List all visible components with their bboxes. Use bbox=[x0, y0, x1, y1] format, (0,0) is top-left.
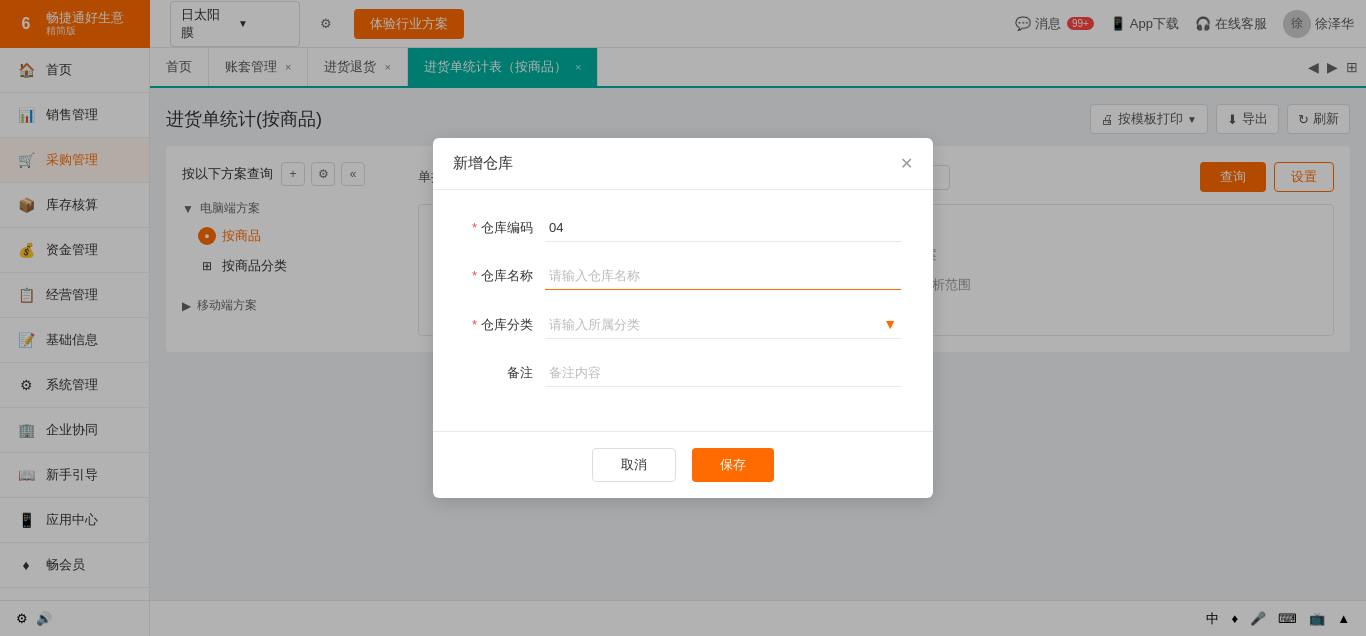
name-label: 仓库名称 bbox=[465, 267, 545, 285]
name-input[interactable] bbox=[545, 262, 901, 290]
remark-input[interactable] bbox=[545, 359, 901, 387]
form-row-code: 仓库编码 bbox=[465, 214, 901, 242]
category-label: 仓库分类 bbox=[465, 316, 545, 334]
code-label: 仓库编码 bbox=[465, 219, 545, 237]
dialog-header: 新增仓库 ✕ bbox=[433, 138, 933, 190]
remark-label: 备注 bbox=[465, 364, 545, 382]
save-button[interactable]: 保存 bbox=[692, 448, 774, 482]
dialog-close-btn[interactable]: ✕ bbox=[900, 154, 913, 173]
category-input[interactable] bbox=[549, 317, 883, 332]
dialog-body: 仓库编码 仓库名称 仓库分类 ▼ 备注 bbox=[433, 190, 933, 431]
dialog-title: 新增仓库 bbox=[453, 154, 513, 173]
form-row-category: 仓库分类 ▼ bbox=[465, 310, 901, 339]
category-select[interactable]: ▼ bbox=[545, 310, 901, 339]
form-row-name: 仓库名称 bbox=[465, 262, 901, 290]
dialog-footer: 取消 保存 bbox=[433, 431, 933, 498]
form-row-remark: 备注 bbox=[465, 359, 901, 387]
modal-overlay[interactable]: 新增仓库 ✕ 仓库编码 仓库名称 仓库分类 ▼ bbox=[0, 0, 1366, 636]
code-input[interactable] bbox=[545, 214, 901, 242]
add-warehouse-dialog: 新增仓库 ✕ 仓库编码 仓库名称 仓库分类 ▼ bbox=[433, 138, 933, 498]
cancel-button[interactable]: 取消 bbox=[592, 448, 676, 482]
category-arrow-icon: ▼ bbox=[883, 316, 897, 332]
